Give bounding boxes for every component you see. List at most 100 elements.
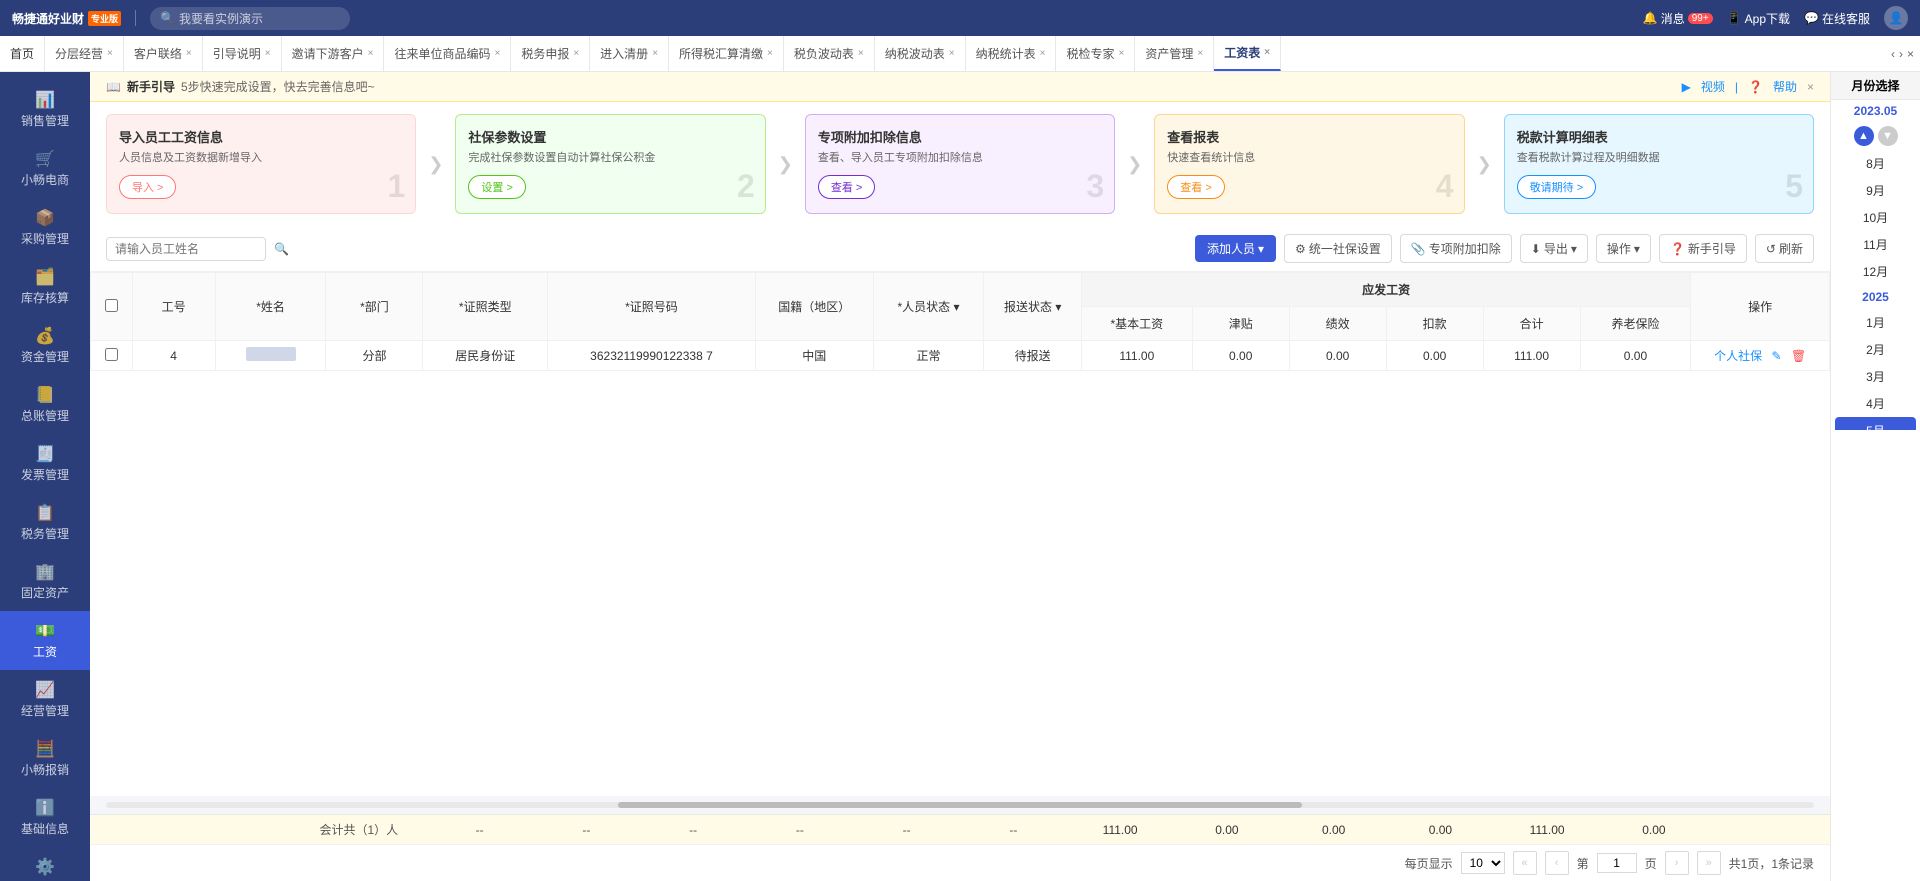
month-up-btn[interactable]: ▲ — [1854, 126, 1874, 146]
tab-9[interactable]: 税负波动表× — [784, 36, 875, 71]
sidebar-item-system[interactable]: ⚙️ 系统管理 — [0, 847, 90, 881]
sidebar-item-finance[interactable]: 💰 资金管理 — [0, 316, 90, 375]
guide-bar-left: 📖 新手引导 5步快速完成设置，快去完善信息吧~ — [106, 78, 375, 95]
last-page-btn[interactable]: » — [1697, 851, 1721, 875]
horizontal-scrollbar[interactable] — [106, 802, 1814, 808]
row-action-delete[interactable]: 🗑 — [1791, 349, 1806, 363]
month-down-btn[interactable]: ▼ — [1878, 126, 1898, 146]
step-5-btn[interactable]: 敬请期待 > — [1517, 175, 1596, 199]
tab-close-7[interactable]: × — [652, 48, 658, 59]
tab-close-8[interactable]: × — [767, 48, 773, 59]
status-filter-icon[interactable]: ▾ — [954, 300, 960, 314]
online-service-btn[interactable]: 💬 在线客服 — [1804, 10, 1870, 27]
select-all-checkbox[interactable] — [105, 299, 118, 312]
guide-video-label[interactable]: 视频 — [1701, 78, 1725, 95]
actions-btn[interactable]: 操作 ▾ — [1596, 234, 1651, 263]
sidebar-item-ecommerce[interactable]: 🛒 小畅电商 — [0, 139, 90, 198]
sidebar-item-assets[interactable]: 🏢 固定资产 — [0, 552, 90, 611]
tab-3[interactable]: 引导说明× — [203, 36, 282, 71]
unified-settings-btn[interactable]: ⚙ 统一社保设置 — [1284, 234, 1392, 263]
tab-7[interactable]: 进入清册× — [590, 36, 669, 71]
tab-close-12[interactable]: × — [1118, 48, 1124, 59]
next-page-btn[interactable]: › — [1665, 851, 1689, 875]
salary-icon: 💵 — [4, 621, 86, 641]
newguide-toolbar-btn[interactable]: ❓ 新手引导 — [1659, 234, 1747, 263]
search-input[interactable] — [106, 237, 266, 261]
sidebar-item-inventory[interactable]: 🗂️ 库存核算 — [0, 257, 90, 316]
refresh-btn[interactable]: ↺ 刷新 — [1755, 234, 1814, 263]
sidebar-item-sales[interactable]: 📊 销售管理 — [0, 80, 90, 139]
per-page-select[interactable]: 10 20 50 — [1461, 852, 1505, 874]
row-action-edit[interactable]: ✎ — [1772, 349, 1782, 363]
guide-close-icon[interactable]: × — [1807, 80, 1814, 94]
tab-close-6[interactable]: × — [573, 48, 579, 59]
app-download-btn[interactable]: 📱 App下载 — [1727, 10, 1790, 27]
tab-close-2[interactable]: × — [186, 48, 192, 59]
step-3-num: 3 — [1086, 168, 1104, 205]
sidebar-label-expense: 小畅报销 — [21, 763, 69, 777]
tab-close-1[interactable]: × — [107, 48, 113, 59]
sidebar-item-expense[interactable]: 🧮 小畅报销 — [0, 729, 90, 788]
sidebar-item-tax[interactable]: 📋 税务管理 — [0, 493, 90, 552]
sidebar-item-purchase[interactable]: 📦 采购管理 — [0, 198, 90, 257]
tab-2[interactable]: 客户联络× — [124, 36, 203, 71]
month-item-2[interactable]: 2月 — [1831, 336, 1920, 363]
tab-close-9[interactable]: × — [858, 48, 864, 59]
step-1-btn[interactable]: 导入 > — [119, 175, 176, 199]
message-btn[interactable]: 🔔 消息 99+ — [1643, 10, 1713, 27]
tab-home[interactable]: 首页 — [0, 36, 45, 71]
step-2-btn[interactable]: 设置 > — [468, 175, 525, 199]
month-item-12[interactable]: 12月 — [1831, 258, 1920, 285]
month-item-5[interactable]: 5月 — [1835, 417, 1916, 430]
first-page-btn[interactable]: « — [1513, 851, 1537, 875]
sidebar-item-salary[interactable]: 💵 工资 — [0, 611, 90, 670]
tab-prev-arrow[interactable]: ‹ — [1891, 47, 1895, 61]
tab-5[interactable]: 往来单位商品编码× — [384, 36, 511, 71]
tab-1[interactable]: 分层经营× — [45, 36, 124, 71]
export-btn[interactable]: ⬇ 导出 ▾ — [1520, 234, 1588, 263]
row-checkbox[interactable] — [105, 348, 118, 361]
tab-10[interactable]: 纳税波动表× — [875, 36, 966, 71]
step-4-btn[interactable]: 查看 > — [1167, 175, 1224, 199]
prev-page-btn[interactable]: ‹ — [1545, 851, 1569, 875]
tab-close-4[interactable]: × — [368, 48, 374, 59]
user-avatar[interactable]: 👤 — [1884, 6, 1908, 30]
tab-close-10[interactable]: × — [949, 48, 955, 59]
tab-salary[interactable]: 工资表× — [1214, 36, 1281, 71]
submit-filter-icon[interactable]: ▾ — [1055, 300, 1061, 314]
month-item-4[interactable]: 4月 — [1831, 390, 1920, 417]
tab-close-5[interactable]: × — [494, 48, 500, 59]
search-btn[interactable]: 🔍 — [274, 242, 289, 256]
month-item-10[interactable]: 10月 — [1831, 204, 1920, 231]
row-action-social[interactable]: 个人社保 — [1714, 349, 1762, 363]
month-item-3[interactable]: 3月 — [1831, 363, 1920, 390]
month-item-8[interactable]: 8月 — [1831, 150, 1920, 177]
tab-close-11[interactable]: × — [1040, 48, 1046, 59]
tab-close-3[interactable]: × — [265, 48, 271, 59]
tab-4[interactable]: 邀请下游客户× — [282, 36, 385, 71]
sidebar-item-ledger[interactable]: 📒 总账管理 — [0, 375, 90, 434]
step-3-btn[interactable]: 查看 > — [818, 175, 875, 199]
tab-11[interactable]: 纳税统计表× — [966, 36, 1057, 71]
current-page-input[interactable] — [1597, 853, 1637, 873]
month-item-11[interactable]: 11月 — [1831, 231, 1920, 258]
sidebar-item-operations[interactable]: 📈 经营管理 — [0, 670, 90, 729]
sidebar-item-basic[interactable]: ℹ️ 基础信息 — [0, 788, 90, 847]
guide-help-label[interactable]: 帮助 — [1773, 78, 1797, 95]
month-item-9[interactable]: 9月 — [1831, 177, 1920, 204]
tab-6[interactable]: 税务申报× — [511, 36, 590, 71]
sidebar-item-invoice[interactable]: 🧾 发票管理 — [0, 434, 90, 493]
special-deduct-btn[interactable]: 📎 专项附加扣除 — [1400, 234, 1512, 263]
search-box[interactable]: 🔍 我要看实例演示 — [150, 7, 350, 30]
tab-8[interactable]: 所得税汇算清缴× — [669, 36, 784, 71]
step-card-2: 社保参数设置 完成社保参数设置自动计算社保公积金 设置 > 2 — [455, 114, 765, 214]
footer-col1: -- — [426, 823, 533, 837]
tab-13[interactable]: 资产管理× — [1135, 36, 1214, 71]
month-item-1[interactable]: 1月 — [1831, 309, 1920, 336]
tab-close-salary[interactable]: × — [1264, 47, 1270, 58]
tab-12[interactable]: 税检专家× — [1056, 36, 1135, 71]
tab-next-arrow[interactable]: › — [1899, 47, 1903, 61]
tab-close-13[interactable]: × — [1197, 48, 1203, 59]
add-person-btn[interactable]: 添加人员 ▾ — [1195, 235, 1276, 262]
tab-close-all[interactable]: × — [1907, 47, 1914, 61]
